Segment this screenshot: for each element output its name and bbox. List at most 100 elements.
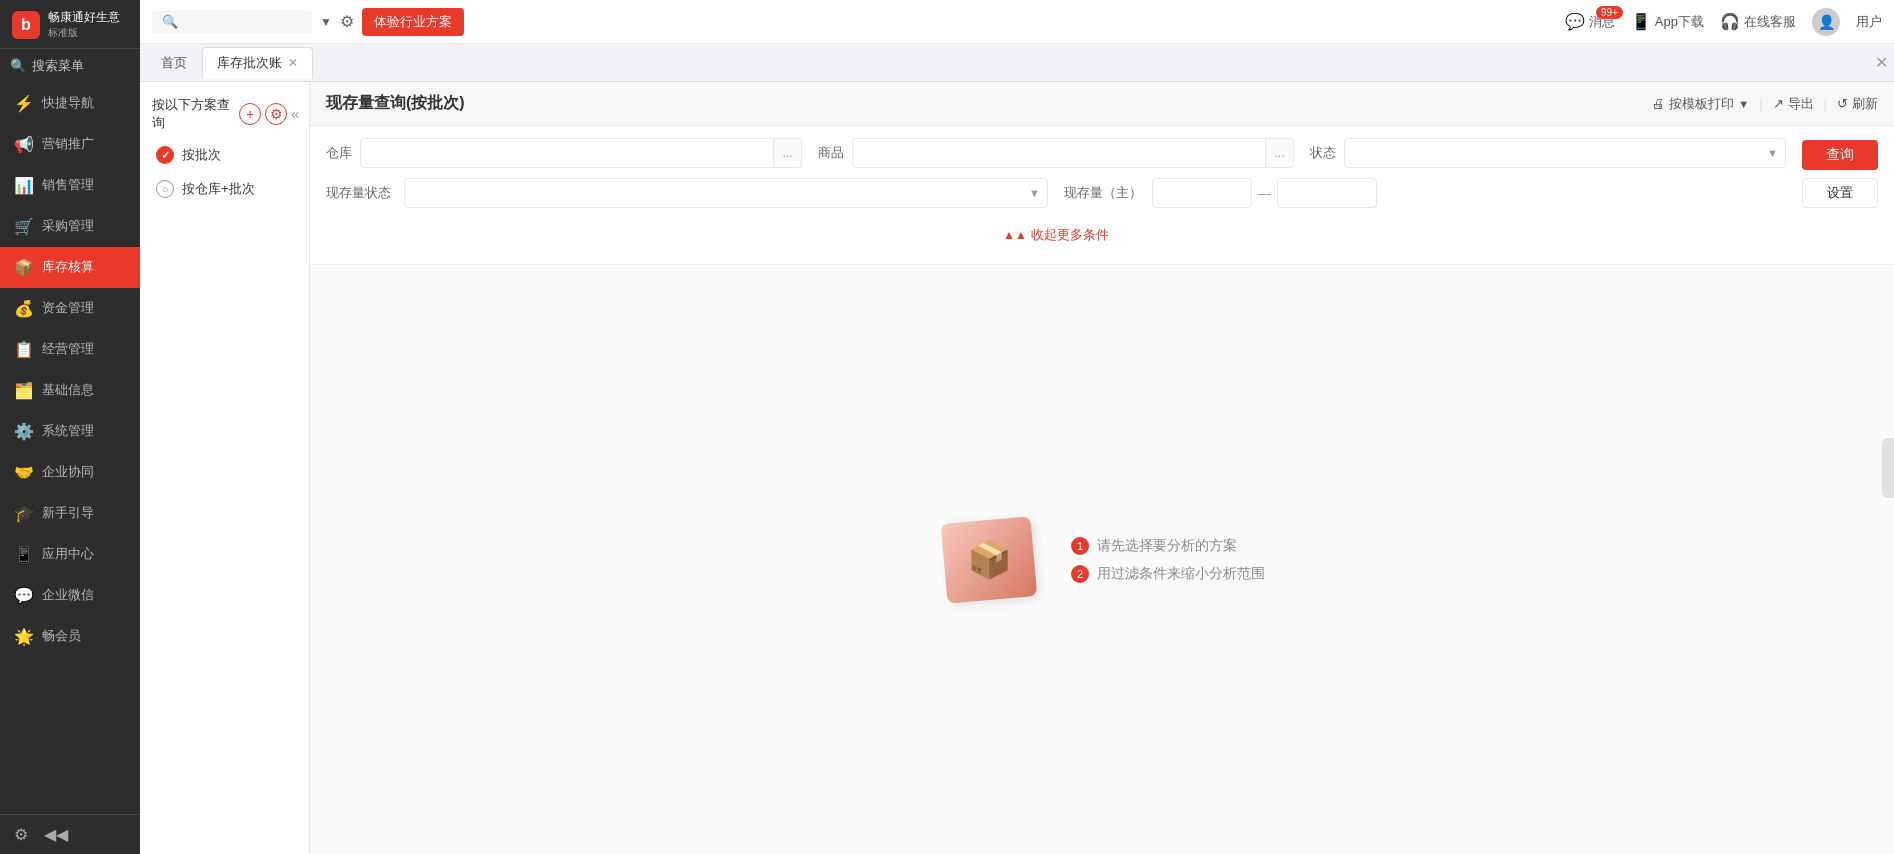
topbar-search-box[interactable]: 🔍: [152, 10, 312, 33]
sidebar-item-newbie[interactable]: 🎓 新手引导: [0, 493, 140, 534]
print-button[interactable]: 🖨 按模板打印 ▼: [1652, 95, 1749, 113]
product-label: 商品: [818, 144, 844, 162]
user-name: 用户: [1856, 13, 1882, 31]
quicknav-icon: ⚡: [14, 94, 34, 113]
service-icon: 🎧: [1720, 12, 1740, 31]
messages-badge: 99+: [1596, 6, 1623, 19]
sidebar-item-search[interactable]: 🔍 搜索菜单: [0, 49, 140, 83]
stock-main-field: 现存量（主） —: [1064, 178, 1786, 208]
main-content: 现存量查询(按批次) 🖨 按模板打印 ▼ | ↗ 导出 | ↺: [310, 82, 1894, 854]
empty-hint-1: 1 请先选择要分析的方案: [1071, 537, 1265, 555]
trial-button[interactable]: 体验行业方案: [362, 8, 464, 36]
refresh-icon: ↺: [1837, 96, 1848, 111]
sidebar-item-enterprise[interactable]: 🤝 企业协同: [0, 452, 140, 493]
sidebar-item-system[interactable]: ⚙️ 系统管理: [0, 411, 140, 452]
content-wrap: 按以下方案查询 + ⚙ « ✓ 按批次 ○ 按仓库+批次 现存量查询(按批次): [140, 82, 1894, 854]
filter-row-1: 仓库 ... 商品: [326, 138, 1786, 168]
sidebar-item-purchase[interactable]: 🛒 采购管理: [0, 206, 140, 247]
refresh-button[interactable]: ↺ 刷新: [1837, 95, 1878, 113]
system-icon: ⚙️: [14, 422, 34, 441]
stock-main-from-input[interactable]: [1152, 178, 1252, 208]
scheme-item-by-batch[interactable]: ✓ 按批次: [140, 138, 309, 172]
collapse-label: 收起更多条件: [1031, 226, 1109, 244]
filter-section: 仓库 ... 商品: [310, 126, 1894, 265]
collapse-sidebar-icon[interactable]: ◀◀: [44, 825, 68, 844]
hint-text-2: 用过滤条件来缩小分析范围: [1097, 565, 1265, 583]
sidebar-item-sales[interactable]: 📊 销售管理: [0, 165, 140, 206]
member-label: 畅会员: [42, 627, 81, 645]
marketing-label: 营销推广: [42, 135, 94, 153]
hint-num-2: 2: [1071, 565, 1089, 583]
scheme-item-by-warehouse-batch-label: 按仓库+批次: [182, 180, 255, 198]
stock-status-select-wrap: 全部 ▼: [404, 178, 1048, 208]
online-service-button[interactable]: 🎧 在线客服: [1720, 12, 1796, 31]
sales-label: 销售管理: [42, 176, 94, 194]
empty-hints: 1 请先选择要分析的方案 2 用过滤条件来缩小分析范围: [1071, 537, 1265, 583]
quicknav-label: 快捷导航: [42, 94, 94, 112]
scheme-dot-active: ✓: [156, 146, 174, 164]
query-button[interactable]: 查询: [1802, 140, 1878, 170]
warehouse-dots-button[interactable]: ...: [774, 138, 802, 168]
topbar-dropdown-btn[interactable]: ▼: [320, 15, 332, 29]
sidebar-item-finance[interactable]: 💰 资金管理: [0, 288, 140, 329]
filter-action-buttons: 查询 设置: [1798, 138, 1878, 252]
product-dots-label: ...: [1274, 146, 1284, 160]
sidebar-item-quicknav[interactable]: ⚡ 快捷导航: [0, 83, 140, 124]
status-select[interactable]: 全部 正常 锁定: [1344, 138, 1786, 168]
tab-inventory-batch-label: 库存批次账: [217, 54, 282, 72]
close-panel-icon[interactable]: ✕: [1875, 53, 1888, 72]
topbar-settings-icon[interactable]: ⚙: [340, 12, 354, 31]
header-actions: 🖨 按模板打印 ▼ | ↗ 导出 | ↺ 刷新: [1652, 95, 1878, 113]
purchase-label: 采购管理: [42, 217, 94, 235]
sidebar-item-marketing[interactable]: 📢 营销推广: [0, 124, 140, 165]
export-label: 导出: [1788, 95, 1814, 113]
sidebar-item-inventory[interactable]: 📦 库存核算: [0, 247, 140, 288]
print-icon: 🖨: [1652, 96, 1665, 111]
settings-button[interactable]: 设置: [1802, 178, 1878, 208]
stock-status-field: 现存量状态 全部 ▼: [326, 178, 1048, 208]
stock-main-to-input[interactable]: [1277, 178, 1377, 208]
scheme-header: 按以下方案查询 + ⚙ «: [140, 90, 309, 138]
print-dropdown-icon[interactable]: ▼: [1738, 98, 1749, 110]
sidebar-item-wechat[interactable]: 💬 企业微信: [0, 575, 140, 616]
print-label: 按模板打印: [1669, 95, 1734, 113]
topbar-search-input[interactable]: [184, 14, 284, 29]
filter-row-2: 现存量状态 全部 ▼ 现存量（主）: [326, 178, 1786, 208]
settings-bottom-icon[interactable]: ⚙: [14, 825, 28, 844]
scheme-item-by-warehouse-batch[interactable]: ○ 按仓库+批次: [140, 172, 309, 206]
tab-inventory-batch[interactable]: 库存批次账 ✕: [202, 47, 313, 79]
search-menu-label: 搜索菜单: [32, 57, 84, 75]
app-download-button[interactable]: 📱 App下载: [1631, 12, 1704, 31]
scheme-settings-button[interactable]: ⚙: [265, 103, 287, 125]
purchase-icon: 🛒: [14, 217, 34, 236]
messages-button[interactable]: 💬 消息 99+: [1565, 12, 1615, 31]
sidebar-item-member[interactable]: 🌟 畅会员: [0, 616, 140, 657]
tab-home[interactable]: 首页: [146, 47, 202, 79]
tab-close-icon[interactable]: ✕: [288, 56, 298, 70]
wechat-label: 企业微信: [42, 586, 94, 604]
range-separator: —: [1258, 186, 1271, 201]
sidebar-item-operations[interactable]: 📋 经营管理: [0, 329, 140, 370]
filter-fields: 仓库 ... 商品: [326, 138, 1786, 252]
sidebar-item-appstore[interactable]: 📱 应用中心: [0, 534, 140, 575]
product-dots-button[interactable]: ...: [1266, 138, 1294, 168]
scheme-add-button[interactable]: +: [239, 103, 261, 125]
scheme-collapse-button[interactable]: «: [291, 106, 299, 122]
system-label: 系统管理: [42, 422, 94, 440]
newbie-label: 新手引导: [42, 504, 94, 522]
warehouse-input[interactable]: [360, 138, 774, 168]
product-input[interactable]: [852, 138, 1266, 168]
user-avatar[interactable]: 👤: [1812, 8, 1840, 36]
sidebar-bottom: ⚙ ◀◀: [0, 814, 140, 854]
collapse-bar[interactable]: ▲▲ 收起更多条件: [326, 218, 1786, 252]
warehouse-input-group: ...: [360, 138, 802, 168]
sidebar-item-basics[interactable]: 🗂️ 基础信息: [0, 370, 140, 411]
scheme-title-label: 按以下方案查询: [152, 96, 233, 132]
operations-icon: 📋: [14, 340, 34, 359]
stock-status-select[interactable]: 全部: [404, 178, 1048, 208]
topbar-left: 🔍 ▼ ⚙ 体验行业方案: [152, 8, 1557, 36]
right-scroll-handle[interactable]: [1882, 438, 1894, 498]
export-button[interactable]: ↗ 导出: [1773, 95, 1814, 113]
collapse-up-icon: ▲▲: [1003, 228, 1027, 242]
empty-box-icon: [941, 516, 1038, 604]
